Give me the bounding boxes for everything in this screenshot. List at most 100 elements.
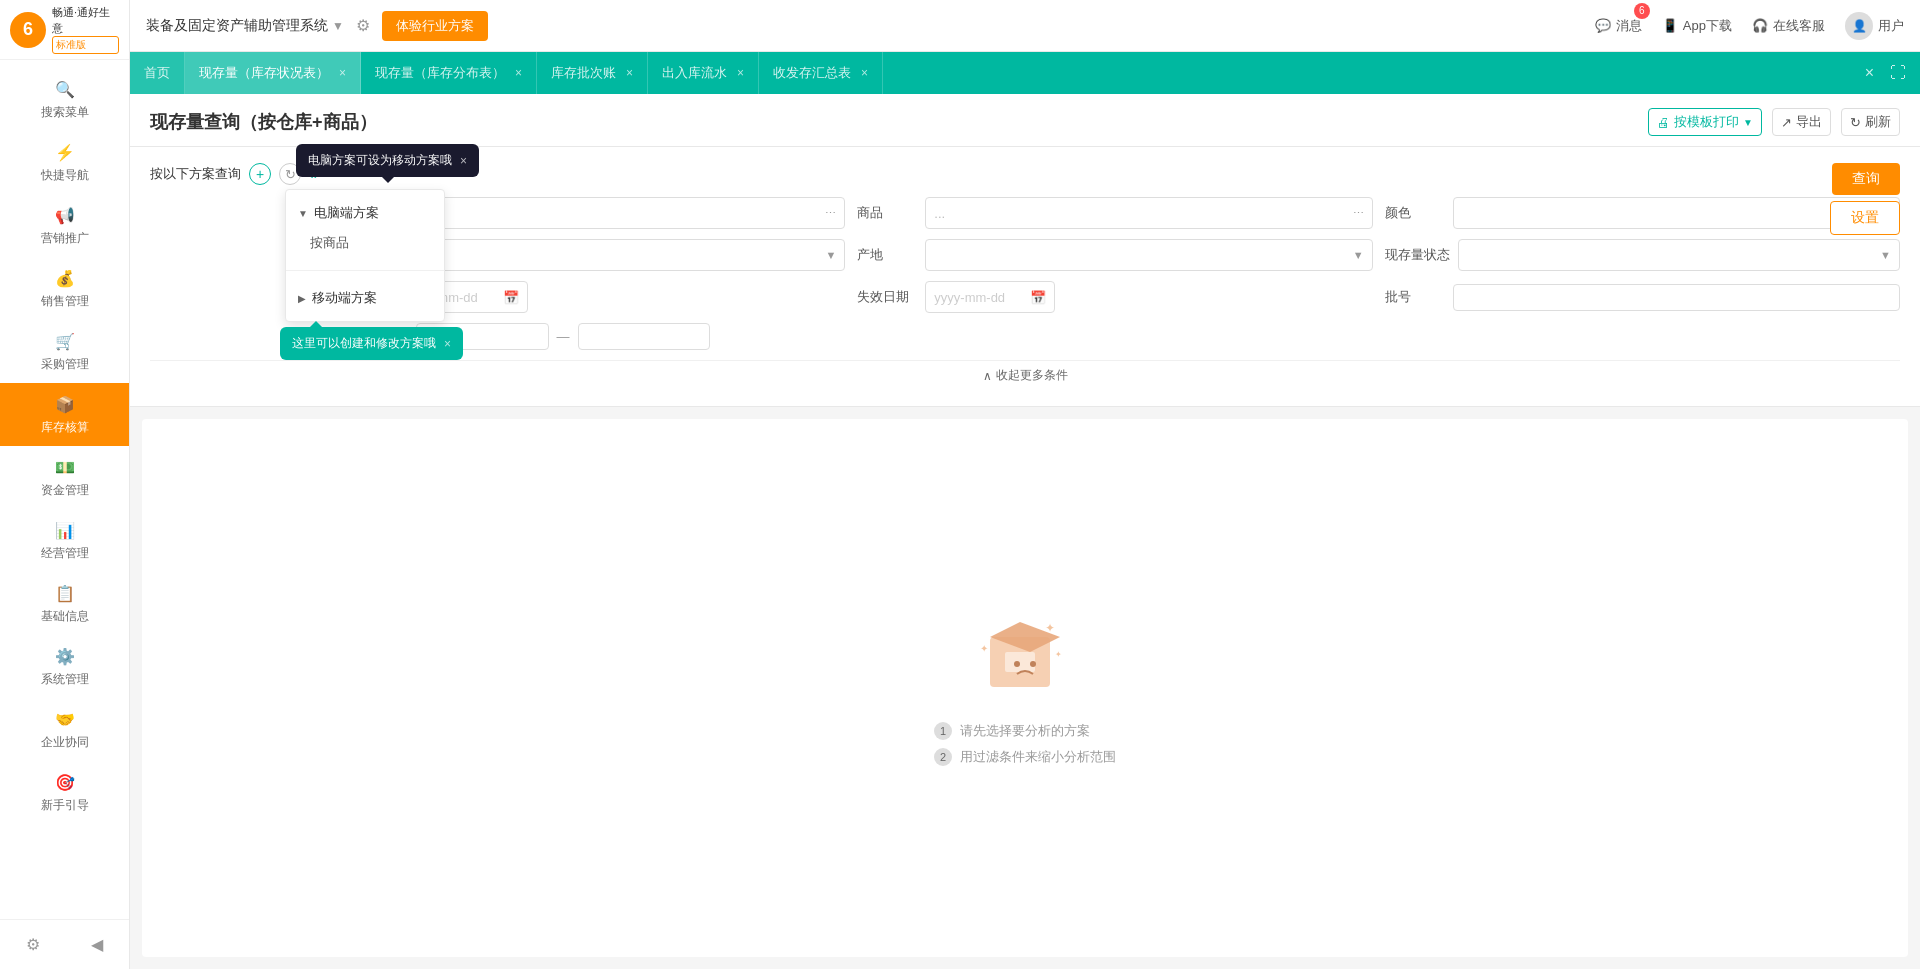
- page-actions: 🖨 按模板打印 ▼ ↗ 导出 ↻ 刷新: [1648, 108, 1900, 136]
- export-btn[interactable]: ↗ 导出: [1772, 108, 1831, 136]
- batch-label: 批号: [1385, 288, 1445, 306]
- step-2-text: 用过滤条件来缩小分析范围: [960, 748, 1116, 766]
- tab-close-icon[interactable]: ×: [737, 66, 744, 80]
- refresh-btn[interactable]: ↻ 刷新: [1841, 108, 1900, 136]
- origin-select[interactable]: ▼: [925, 239, 1372, 271]
- filter-label: 按以下方案查询: [150, 165, 241, 183]
- stock-status-select[interactable]: ▼: [1458, 239, 1900, 271]
- tooltip-close-btn[interactable]: ×: [460, 154, 467, 168]
- sidebar-item-enterprise[interactable]: 🤝 企业协同: [0, 698, 129, 761]
- messages-label: 消息: [1616, 17, 1642, 35]
- app-download-btn[interactable]: 📱 App下载: [1662, 17, 1732, 35]
- tab-inventory-dist[interactable]: 现存量（库存分布表） ×: [361, 52, 537, 94]
- filter-fields: 仓库 ... ⋯ 商品 ... ⋯ 颜色: [330, 197, 1900, 350]
- sidebar-item-finance[interactable]: 💵 资金管理: [0, 446, 129, 509]
- messages-btn[interactable]: 💬 6 消息: [1595, 17, 1642, 35]
- goods-select[interactable]: ... ⋯: [925, 197, 1372, 229]
- scheme-divider: [286, 270, 444, 271]
- empty-step-2: 2 用过滤条件来缩小分析范围: [934, 748, 1116, 766]
- scheme-mobile-header[interactable]: ▶ 移动端方案: [286, 283, 444, 313]
- filter-add-wrapper: +: [249, 163, 271, 185]
- filter-field-exp-date: 失效日期 yyyy-mm-dd 📅: [857, 281, 1372, 313]
- warehouse-select[interactable]: ... ⋯: [398, 197, 845, 229]
- user-label: 用户: [1878, 17, 1904, 35]
- sidebar-item-label: 新手引导: [41, 797, 89, 814]
- sidebar-item-basic[interactable]: 📋 基础信息: [0, 572, 129, 635]
- scheme-desktop-label: 电脑端方案: [314, 204, 379, 222]
- sidebar: 6 畅通·通好生意 标准版 🔍 搜索菜单 ⚡ 快捷导航 📢 营销推广 💰 销售管…: [0, 0, 130, 969]
- collapse-sidebar-btn[interactable]: ◀: [86, 930, 108, 959]
- filter-row-3: 生产日期 yyyy-mm-dd 📅 失效日期 yyyy-mm-dd: [330, 281, 1900, 313]
- tab-home-label: 首页: [144, 64, 170, 82]
- logo-text: 畅通·通好生意 标准版: [52, 5, 119, 54]
- tab-close-icon[interactable]: ×: [515, 66, 522, 80]
- sidebar-item-purchase[interactable]: 🛒 采购管理: [0, 320, 129, 383]
- exp-date-input[interactable]: yyyy-mm-dd 📅: [925, 281, 1055, 313]
- tooltip-arrow: [382, 177, 394, 183]
- collapse-btn[interactable]: ∧ 收起更多条件: [150, 360, 1900, 390]
- scheme-desktop-section: ▼ 电脑端方案 按商品: [286, 190, 444, 266]
- tab-inventory-status[interactable]: 现存量（库存状况表） ×: [185, 52, 361, 94]
- dropdown-arrow-icon: ▼: [1353, 249, 1364, 261]
- tab-close-icon[interactable]: ×: [626, 66, 633, 80]
- sidebar-item-inventory[interactable]: 📦 库存核算: [0, 383, 129, 446]
- sidebar-item-guide[interactable]: 🎯 新手引导: [0, 761, 129, 824]
- sidebar-item-operation[interactable]: 📊 经营管理: [0, 509, 129, 572]
- header-right: 💬 6 消息 📱 App下载 🎧 在线客服 👤 用户: [1595, 12, 1904, 40]
- step-1-text: 请先选择要分析的方案: [960, 722, 1090, 740]
- tab-close-icon[interactable]: ×: [861, 66, 868, 80]
- scheme-desktop-header[interactable]: ▼ 电脑端方案: [286, 198, 444, 228]
- tab-close-all-icon[interactable]: ×: [1861, 60, 1878, 86]
- step-num-1: 1: [934, 722, 952, 740]
- filter-field-stock-status: 现存量状态 ▼: [1385, 239, 1900, 271]
- sidebar-item-search[interactable]: 🔍 搜索菜单: [0, 68, 129, 131]
- sidebar-item-label: 快捷导航: [41, 167, 89, 184]
- notification-badge: 6: [1634, 3, 1650, 19]
- app-download-label: App下载: [1683, 17, 1732, 35]
- guide-icon: 🎯: [54, 771, 76, 793]
- system-title-dropdown[interactable]: 装备及固定资产辅助管理系统 ▼: [146, 17, 344, 35]
- sidebar-item-label: 采购管理: [41, 356, 89, 373]
- filter-add-btn[interactable]: +: [249, 163, 271, 185]
- sidebar-item-sales[interactable]: 💰 销售管理: [0, 257, 129, 320]
- batch-input[interactable]: [1453, 284, 1900, 311]
- tab-close-icon[interactable]: ×: [339, 66, 346, 80]
- search-icon: 🔍: [54, 78, 76, 100]
- search-btn[interactable]: 查询: [1832, 163, 1900, 195]
- user-btn[interactable]: 👤 用户: [1845, 12, 1904, 40]
- sidebar-item-label: 资金管理: [41, 482, 89, 499]
- tab-bar: 首页 现存量（库存状况表） × 现存量（库存分布表） × 库存批次账 × 出入库…: [130, 52, 1920, 94]
- scheme-arrow-icon: ▼: [298, 208, 308, 219]
- tab-home[interactable]: 首页: [130, 52, 185, 94]
- sidebar-item-label: 企业协同: [41, 734, 89, 751]
- reset-btn[interactable]: 设置: [1830, 201, 1900, 235]
- filter-action-btns: 查询 设置: [1830, 163, 1900, 235]
- quick-icon: ⚡: [54, 141, 76, 163]
- tab-fullscreen-icon[interactable]: ⛶: [1886, 60, 1910, 86]
- svg-rect-2: [1005, 652, 1035, 672]
- sidebar-item-marketing[interactable]: 📢 营销推广: [0, 194, 129, 257]
- scheme-item-1[interactable]: 按商品: [286, 228, 444, 258]
- btn-group: 查询 设置: [1830, 163, 1900, 235]
- system-icon: ⚙️: [54, 645, 76, 667]
- tooltip-close-btn[interactable]: ×: [444, 337, 451, 351]
- purchase-icon: 🛒: [54, 330, 76, 352]
- settings-bottom-icon[interactable]: ⚙: [21, 930, 45, 959]
- stock-main-max[interactable]: [578, 323, 711, 350]
- page-header: 现存量查询（按仓库+商品） 🖨 按模板打印 ▼ ↗ 导出 ↻ 刷新: [130, 94, 1920, 147]
- dropdown-arrow-icon: ⋯: [1353, 207, 1364, 220]
- sidebar-item-label: 搜索菜单: [41, 104, 89, 121]
- filter-section: 按以下方案查询 + ↻ « 电脑方案可设为移动方案哦 × ▼: [130, 147, 1920, 407]
- exp-date-label: 失效日期: [857, 288, 917, 306]
- tab-recv-summary[interactable]: 收发存汇总表 ×: [759, 52, 883, 94]
- tab-inout-flow[interactable]: 出入库流水 ×: [648, 52, 759, 94]
- tab-batch-account[interactable]: 库存批次账 ×: [537, 52, 648, 94]
- trial-btn[interactable]: 体验行业方案: [382, 11, 488, 41]
- settings-icon[interactable]: ⚙: [356, 16, 370, 35]
- dropdown-arrow-icon: ⋯: [825, 207, 836, 220]
- print-btn[interactable]: 🖨 按模板打印 ▼: [1648, 108, 1762, 136]
- size-select[interactable]: ▼: [398, 239, 845, 271]
- sidebar-item-quick[interactable]: ⚡ 快捷导航: [0, 131, 129, 194]
- sidebar-item-system[interactable]: ⚙️ 系统管理: [0, 635, 129, 698]
- online-service-btn[interactable]: 🎧 在线客服: [1752, 17, 1825, 35]
